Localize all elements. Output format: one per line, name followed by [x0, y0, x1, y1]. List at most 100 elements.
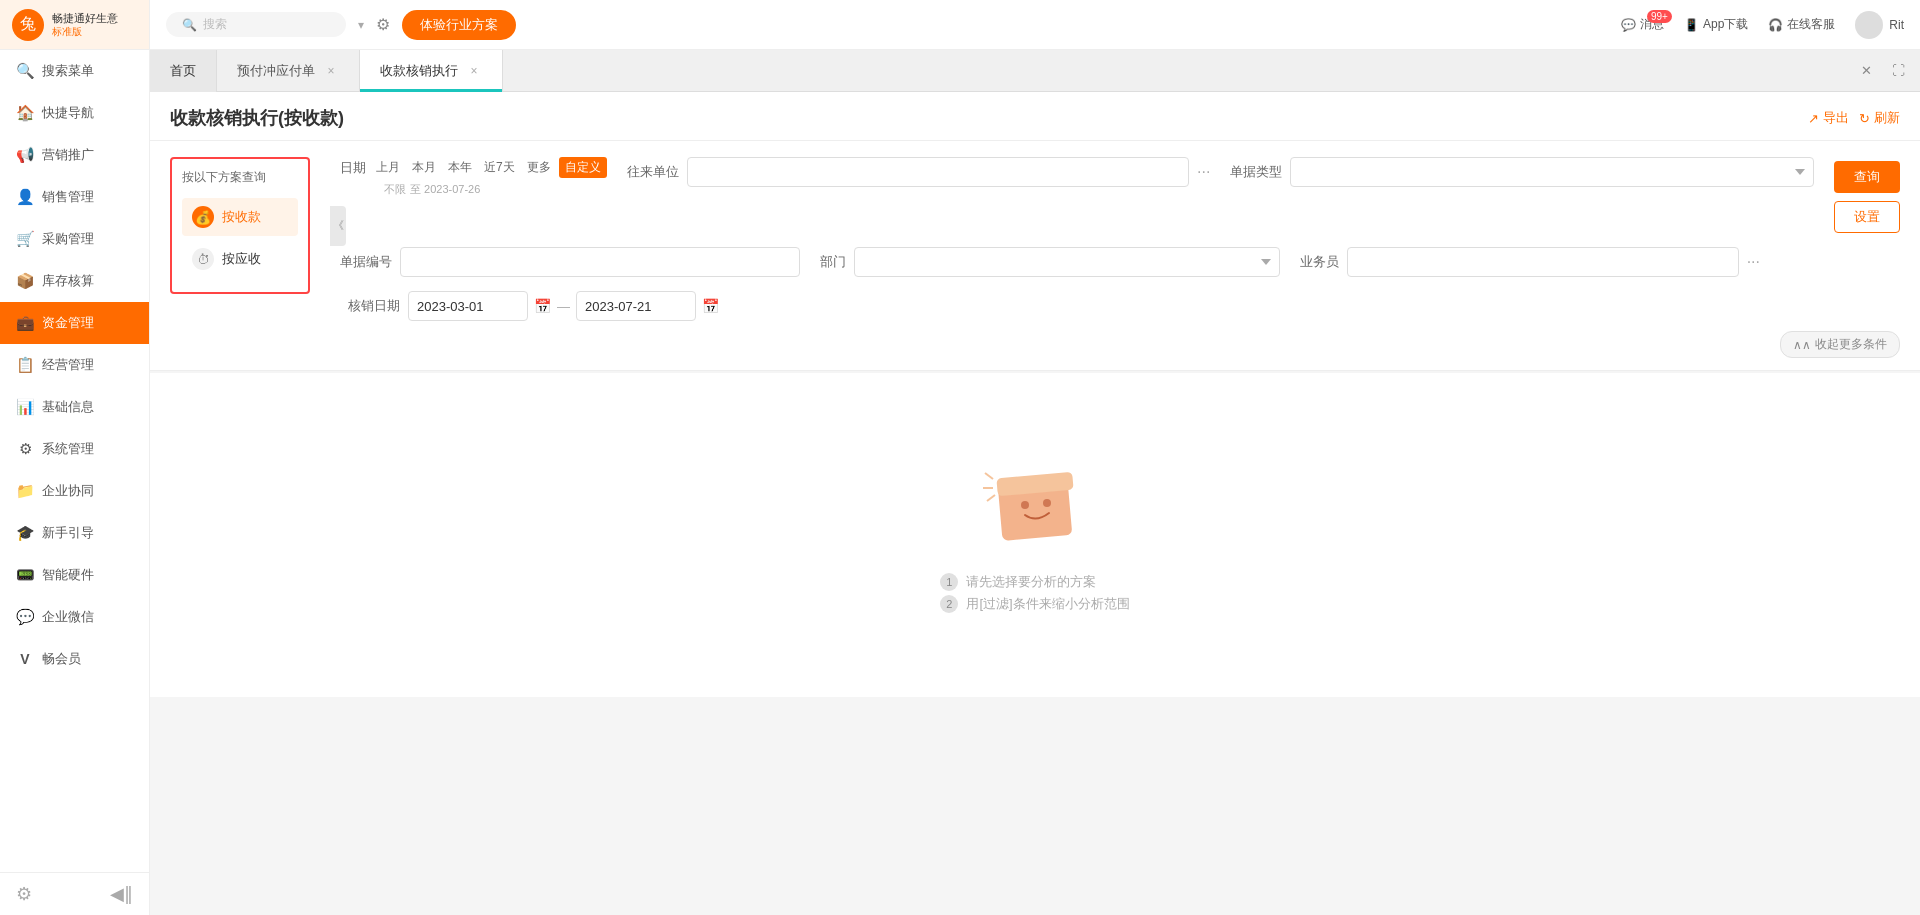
app-download-button[interactable]: 📱 App下载 [1684, 16, 1748, 33]
enterprise-icon: 📁 [16, 482, 34, 500]
tab-prepaid[interactable]: 预付冲应付单 × [217, 50, 360, 92]
writeoff-date-field-group: 核销日期 📅 — 📅 [340, 291, 719, 321]
filter-option-by-receipt[interactable]: 💰 按收款 [182, 198, 298, 236]
header-gear-icon[interactable]: ⚙ [376, 15, 390, 34]
sidebar-item-management[interactable]: 📋 经营管理 [0, 344, 149, 386]
user-area[interactable]: Rit [1855, 11, 1904, 39]
sidebar-item-finance[interactable]: 💼 资金管理 [0, 302, 149, 344]
tab-close-all-icon[interactable]: ✕ [1852, 57, 1880, 85]
refresh-button[interactable]: ↻ 刷新 [1859, 109, 1900, 127]
inventory-icon: 📦 [16, 272, 34, 290]
date-shortcuts: 上月 本月 本年 近7天 更多 自定义 [372, 157, 607, 178]
sidebar-item-basic[interactable]: 📊 基础信息 [0, 386, 149, 428]
sidebar-item-inventory[interactable]: 📦 库存核算 [0, 260, 149, 302]
salesperson-input[interactable] [1347, 247, 1739, 277]
message-button[interactable]: 💬 消息 99+ [1621, 16, 1664, 33]
writeoff-date-start-calendar-icon[interactable]: 📅 [534, 298, 551, 314]
counterparty-more-icon[interactable]: ··· [1197, 163, 1210, 181]
sidebar-collapse-icon[interactable]: ◀‖ [110, 883, 133, 905]
query-button[interactable]: 查询 [1834, 161, 1900, 193]
shortcut-7days[interactable]: 近7天 [480, 157, 519, 178]
bill-type-select[interactable] [1290, 157, 1814, 187]
logo-text: 畅捷通好生意 标准版 [52, 11, 118, 38]
salesperson-field-group: 业务员 ··· [1300, 247, 1760, 277]
tab-bar-actions: ✕ ⛶ [1852, 57, 1920, 85]
header-search-bar[interactable]: 🔍 搜索 [166, 12, 346, 37]
purchase-icon: 🛒 [16, 230, 34, 248]
refresh-icon: ↻ [1859, 111, 1870, 126]
app-icon: 📱 [1684, 18, 1699, 32]
online-service-button[interactable]: 🎧 在线客服 [1768, 16, 1835, 33]
sidebar-item-enterprise[interactable]: 📁 企业协同 [0, 470, 149, 512]
filter-option-by-receivable[interactable]: ⏱ 按应收 [182, 240, 298, 278]
page-header: 收款核销执行(按收款) ↗ 导出 ↻ 刷新 [150, 92, 1920, 141]
bill-no-label: 单据编号 [340, 253, 392, 271]
svg-line-6 [987, 495, 995, 501]
sidebar-item-wechat[interactable]: 💬 企业微信 [0, 596, 149, 638]
page-title: 收款核销执行(按收款) [170, 106, 344, 130]
empty-hint-2: 2 用[过滤]条件来缩小分析范围 [940, 595, 1129, 613]
finance-icon: 💼 [16, 314, 34, 332]
filter-fields-section: 日期 上月 本月 本年 近7天 更多 自定义 [340, 157, 1900, 321]
tab-prepaid-close-icon[interactable]: × [323, 63, 339, 79]
writeoff-date-start-input[interactable] [408, 291, 528, 321]
tab-home[interactable]: 首页 [150, 50, 217, 92]
collapse-up-icon: ∧∧ [1793, 338, 1811, 352]
shortcut-more[interactable]: 更多 [523, 157, 555, 178]
counterparty-input[interactable] [687, 157, 1189, 187]
guide-icon: 🎓 [16, 524, 34, 542]
export-icon: ↗ [1808, 111, 1819, 126]
search-icon: 🔍 [182, 18, 197, 32]
shortcut-this-month[interactable]: 本月 [408, 157, 440, 178]
salesperson-more-icon[interactable]: ··· [1747, 253, 1760, 271]
counterparty-field-group: 往来单位 ··· [627, 157, 1211, 187]
sidebar-item-marketing[interactable]: 📢 营销推广 [0, 134, 149, 176]
sidebar-item-quick[interactable]: 🏠 快捷导航 [0, 92, 149, 134]
sidebar-item-hardware[interactable]: 📟 智能硬件 [0, 554, 149, 596]
by-receivable-icon: ⏱ [192, 248, 214, 270]
date-label: 日期 [340, 159, 366, 177]
date-range-display: 至 2023-07-26 [410, 182, 480, 197]
sidebar-item-purchase[interactable]: 🛒 采购管理 [0, 218, 149, 260]
sidebar-collapse-btn[interactable]: 《 [330, 206, 346, 246]
service-icon: 🎧 [1768, 18, 1783, 32]
page-actions: ↗ 导出 ↻ 刷新 [1808, 109, 1900, 127]
empty-illustration [975, 453, 1095, 553]
sidebar-item-system[interactable]: ⚙ 系统管理 [0, 428, 149, 470]
shortcut-last-month[interactable]: 上月 [372, 157, 404, 178]
shortcut-this-year[interactable]: 本年 [444, 157, 476, 178]
sidebar-item-guide[interactable]: 🎓 新手引导 [0, 512, 149, 554]
shortcut-custom[interactable]: 自定义 [559, 157, 607, 178]
settings-icon[interactable]: ⚙ [16, 883, 32, 905]
writeoff-date-end-calendar-icon[interactable]: 📅 [702, 298, 719, 314]
collapse-more-button[interactable]: ∧∧ 收起更多条件 [1780, 331, 1900, 358]
date-sublabel: 不限 至 2023-07-26 [384, 182, 480, 197]
filter-sidebar-wrapper: 按以下方案查询 💰 按收款 ⏱ 按应收 《 [170, 157, 330, 294]
sidebar-item-member[interactable]: V 畅会员 [0, 638, 149, 680]
settings-button[interactable]: 设置 [1834, 201, 1900, 233]
bill-type-label: 单据类型 [1230, 163, 1282, 181]
sidebar-item-search[interactable]: 🔍 搜索菜单 [0, 50, 149, 92]
solution-button[interactable]: 体验行业方案 [402, 10, 516, 40]
writeoff-date-end-input[interactable] [576, 291, 696, 321]
header-chevron-icon[interactable]: ▾ [358, 18, 364, 32]
tab-maximize-icon[interactable]: ⛶ [1884, 57, 1912, 85]
sidebar-bottom: ⚙ ◀‖ [0, 872, 149, 915]
dept-field-group: 部门 [820, 247, 1280, 277]
empty-hint-1: 1 请先选择要分析的方案 [940, 573, 1129, 591]
filter-actions: 查询 设置 [1834, 157, 1900, 233]
sidebar: 兔 畅捷通好生意 标准版 🔍 搜索菜单 🏠 快捷导航 📢 营销推广 👤 销售管理… [0, 0, 150, 915]
tab-receivable[interactable]: 收款核销执行 × [360, 50, 503, 92]
tab-receivable-close-icon[interactable]: × [466, 63, 482, 79]
sidebar-item-sales[interactable]: 👤 销售管理 [0, 176, 149, 218]
svg-line-4 [985, 473, 993, 479]
writeoff-date-input-group: 📅 — 📅 [408, 291, 719, 321]
logo-icon: 兔 [12, 9, 44, 41]
sidebar-nav: 🔍 搜索菜单 🏠 快捷导航 📢 营销推广 👤 销售管理 🛒 采购管理 📦 库存核… [0, 50, 149, 872]
filter-row-2: 单据编号 部门 业务员 ··· [340, 247, 1900, 277]
filter-panel: 按以下方案查询 💰 按收款 ⏱ 按应收 《 [150, 141, 1920, 371]
search-icon: 🔍 [16, 62, 34, 80]
bill-no-input[interactable] [400, 247, 800, 277]
export-button[interactable]: ↗ 导出 [1808, 109, 1849, 127]
dept-select[interactable] [854, 247, 1280, 277]
